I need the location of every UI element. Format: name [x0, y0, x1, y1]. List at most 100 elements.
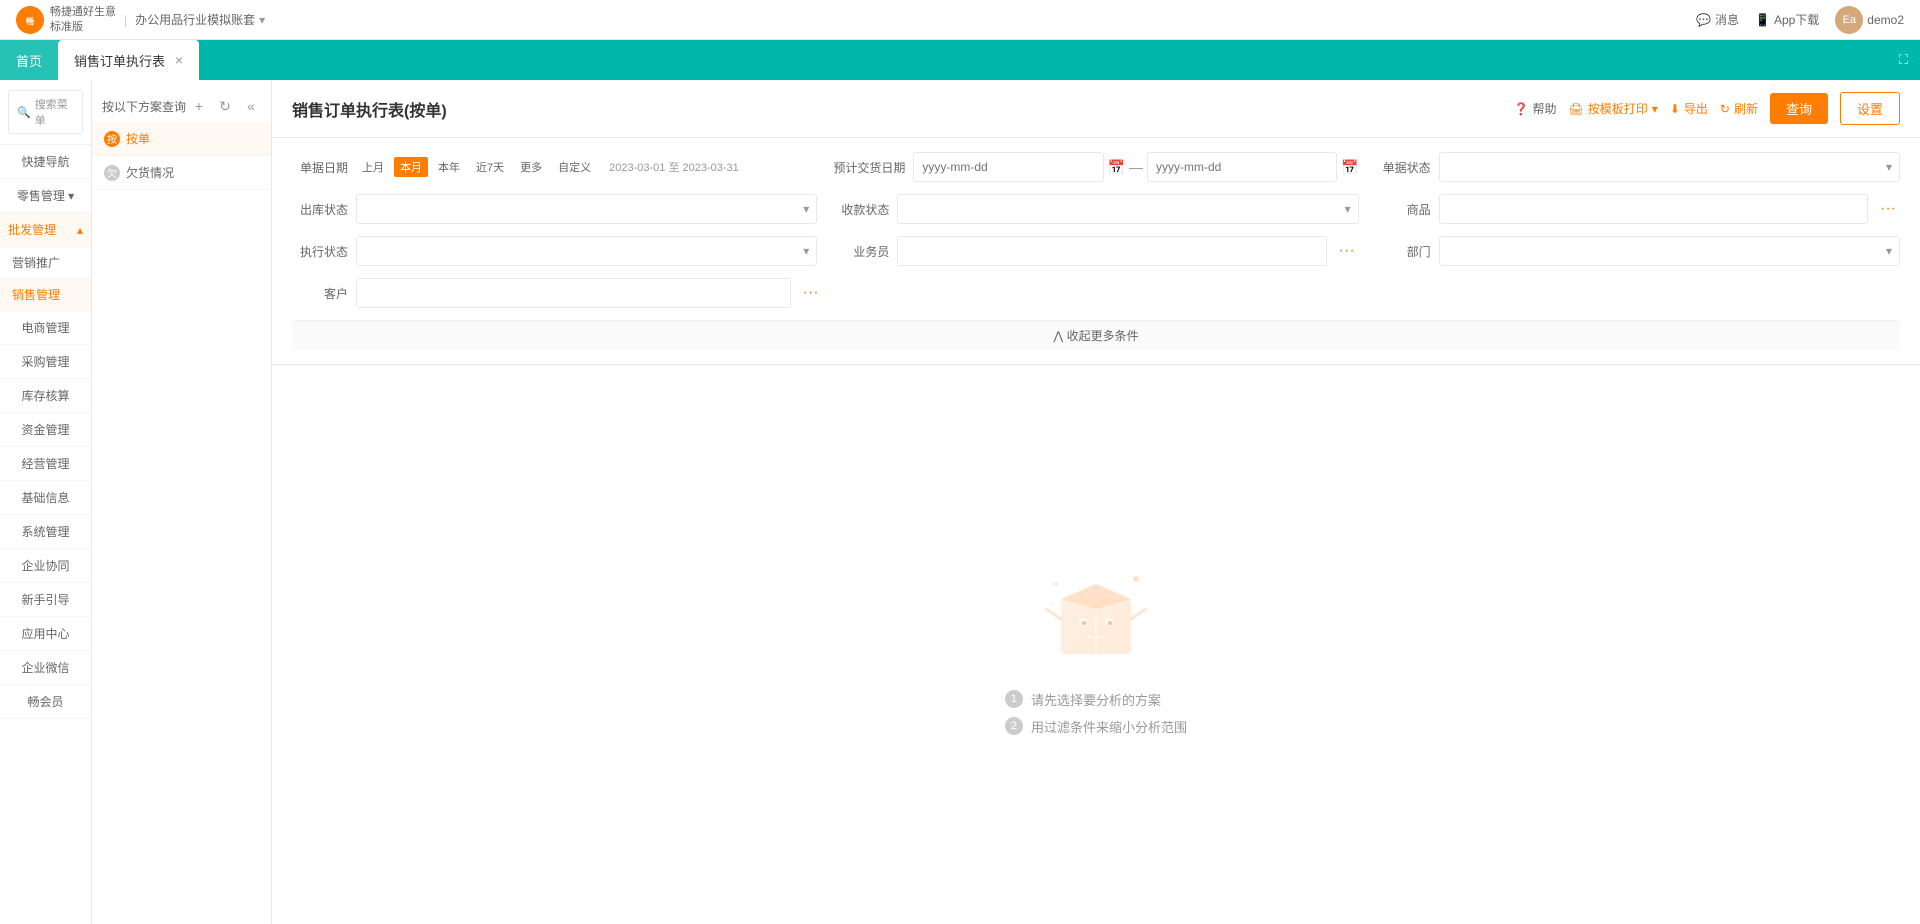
avatar: Ea — [1835, 6, 1863, 34]
status-select-wrapper — [1439, 152, 1900, 182]
empty-tip-2: 2 用过滤条件来缩小分析范围 — [1005, 717, 1187, 736]
sidebar-item-sys-mgmt[interactable]: 系统管理 — [0, 515, 91, 549]
empty-state: 1 请先选择要分析的方案 2 用过滤条件来缩小分析范围 — [1005, 554, 1187, 736]
tab-close-icon[interactable]: × — [175, 52, 183, 68]
left-panel-header: 按以下方案查询 + ↻ « — [92, 90, 271, 122]
main-content: 销售订单执行表(按单) ❓ 帮助 🖨 按模板打印 ▾ ⬇ 导出 — [272, 80, 1920, 924]
left-panel-item-by-list[interactable]: 按 按单 — [92, 122, 271, 156]
sidebar-sub-marketing[interactable]: 营销推广 — [0, 247, 91, 279]
calendar-start-icon[interactable]: 📅 — [1108, 159, 1125, 176]
print-icon: 🖨 — [1569, 102, 1584, 116]
expected-date-end[interactable] — [1147, 152, 1337, 182]
quick-btn-last7days[interactable]: 近7天 — [470, 157, 510, 177]
empty-state-illustration — [1036, 554, 1156, 674]
expected-date-range: 📅 — 📅 — [913, 152, 1358, 182]
logo-area: 畅 畅捷通好生意 标准版 — [16, 5, 116, 34]
customer-input[interactable] — [356, 278, 791, 308]
logo-icon: 畅 — [16, 6, 44, 34]
sidebar-item-app-center[interactable]: 应用中心 — [0, 617, 91, 651]
sidebar-sub-sales-mgmt[interactable]: 销售管理 — [0, 279, 91, 311]
filter-dept-item: 部门 — [1375, 236, 1900, 266]
goods-input[interactable] — [1439, 194, 1868, 224]
sidebar-item-inventory[interactable]: 库存核算 — [0, 379, 91, 413]
svg-text:畅: 畅 — [26, 16, 34, 26]
quick-btn-last-month[interactable]: 上月 — [356, 157, 390, 177]
settings-button[interactable]: 设置 — [1840, 92, 1900, 125]
quick-btn-more[interactable]: 更多 — [514, 157, 548, 177]
filter-row-3: 执行状态 业务员 ··· 部门 — [292, 236, 1900, 266]
date-range-separator: — — [1129, 159, 1143, 175]
page-title: 销售订单执行表(按单) — [292, 97, 447, 121]
filter-expected-date-item: 预计交货日期 📅 — 📅 — [833, 152, 1358, 182]
sidebar-item-finance[interactable]: 资金管理 — [0, 413, 91, 447]
sidebar-search-button[interactable]: 🔍 搜索菜单 — [8, 90, 83, 134]
exec-status-label: 执行状态 — [292, 243, 348, 260]
sidebar-item-ops[interactable]: 经营管理 — [0, 447, 91, 481]
dept-label: 部门 — [1375, 243, 1431, 260]
sidebar-item-enterprise-wechat[interactable]: 企业微信 — [0, 651, 91, 685]
dept-select[interactable] — [1439, 236, 1900, 266]
left-panel-add-btn[interactable]: + — [189, 96, 209, 116]
exec-status-select[interactable] — [356, 236, 817, 266]
left-panel-refresh-btn[interactable]: ↻ — [215, 96, 235, 116]
help-icon: ❓ — [1514, 102, 1529, 116]
search-button[interactable]: 查询 — [1770, 93, 1828, 124]
sidebar-item-basic-info[interactable]: 基础信息 — [0, 481, 91, 515]
sidebar-item-wholesale-mgmt[interactable]: 批发管理 ▴ — [0, 213, 91, 247]
app-download-action[interactable]: 📱 App下载 — [1755, 11, 1819, 28]
message-action[interactable]: 💬 消息 — [1696, 11, 1739, 28]
export-action[interactable]: ⬇ 导出 — [1670, 100, 1708, 117]
sidebar-item-membership[interactable]: 畅会员 — [0, 685, 91, 719]
payment-status-select[interactable] — [897, 194, 1358, 224]
breadcrumb: 办公用品行业模拟账套 ▾ — [135, 11, 265, 28]
tab-maximize-icon[interactable]: ⛶ — [1887, 52, 1920, 68]
print-action[interactable]: 🖨 按模板打印 ▾ — [1569, 100, 1658, 117]
salesperson-input[interactable] — [897, 236, 1326, 266]
sidebar-item-enterprise-coop[interactable]: 企业协同 — [0, 549, 91, 583]
filter-goods-item: 商品 ··· — [1375, 194, 1900, 224]
refresh-action[interactable]: ↻ 刷新 — [1720, 100, 1758, 117]
sidebar-item-retail-mgmt[interactable]: 零售管理 ▾ — [0, 179, 91, 213]
export-icon: ⬇ — [1670, 102, 1680, 116]
sidebar-item-purchase[interactable]: 采购管理 — [0, 345, 91, 379]
date-label: 单据日期 — [292, 159, 348, 176]
main-layout: 🔍 搜索菜单 快捷导航 零售管理 ▾ 批发管理 ▴ 营销推广 销售管理 电商管理… — [0, 80, 1920, 924]
quick-btn-custom[interactable]: 自定义 — [552, 157, 597, 177]
quick-btn-this-year[interactable]: 本年 — [432, 157, 466, 177]
search-label: 搜索菜单 — [35, 96, 74, 128]
stock-status-select[interactable] — [356, 194, 817, 224]
filter-section: 单据日期 上月 本月 本年 近7天 更多 自定义 2023-03-01 至 20… — [272, 138, 1920, 365]
status-select[interactable] — [1439, 152, 1900, 182]
customer-label: 客户 — [292, 285, 348, 302]
sidebar-item-new-user[interactable]: 新手引导 — [0, 583, 91, 617]
header-left: 畅 畅捷通好生意 标准版 | 办公用品行业模拟账套 ▾ — [16, 5, 265, 34]
filter-stock-status-item: 出库状态 — [292, 194, 817, 224]
search-icon: 🔍 — [17, 106, 31, 119]
tab-sales-order[interactable]: 销售订单执行表 × — [58, 40, 199, 80]
tip-number-1: 1 — [1005, 690, 1023, 708]
user-profile[interactable]: Ea demo2 — [1835, 6, 1904, 34]
salesperson-search-icon[interactable]: ··· — [1335, 242, 1359, 260]
sidebar-item-ecom[interactable]: 电商管理 — [0, 311, 91, 345]
left-panel-item-owe[interactable]: 欠 欠货情况 — [92, 156, 271, 190]
collapse-bar[interactable]: ⋀ 收起更多条件 — [292, 320, 1900, 350]
owe-icon: 欠 — [104, 165, 120, 181]
help-action[interactable]: ❓ 帮助 — [1514, 100, 1557, 117]
goods-search-icon[interactable]: ··· — [1876, 200, 1900, 218]
status-label: 单据状态 — [1375, 159, 1431, 176]
customer-search-icon[interactable]: ··· — [799, 284, 823, 302]
sidebar: 🔍 搜索菜单 快捷导航 零售管理 ▾ 批发管理 ▴ 营销推广 销售管理 电商管理… — [0, 80, 92, 924]
breadcrumb-separator: | — [124, 13, 127, 27]
left-panel-actions: + ↻ « — [189, 96, 261, 116]
quick-btn-this-month[interactable]: 本月 — [394, 157, 428, 177]
filter-exec-status-item: 执行状态 — [292, 236, 817, 266]
left-panel-collapse-btn[interactable]: « — [241, 96, 261, 116]
breadcrumb-dropdown-icon[interactable]: ▾ — [259, 13, 265, 27]
expected-date-start[interactable] — [913, 152, 1103, 182]
calendar-end-icon[interactable]: 📅 — [1341, 159, 1358, 176]
filter-row-2: 出库状态 收款状态 — [292, 194, 1900, 224]
tab-home[interactable]: 首页 — [0, 40, 58, 80]
sidebar-item-quick-nav[interactable]: 快捷导航 — [0, 145, 91, 179]
date-range-text: 2023-03-01 至 2023-03-31 — [609, 159, 739, 175]
logo-text: 畅捷通好生意 标准版 — [50, 5, 116, 34]
